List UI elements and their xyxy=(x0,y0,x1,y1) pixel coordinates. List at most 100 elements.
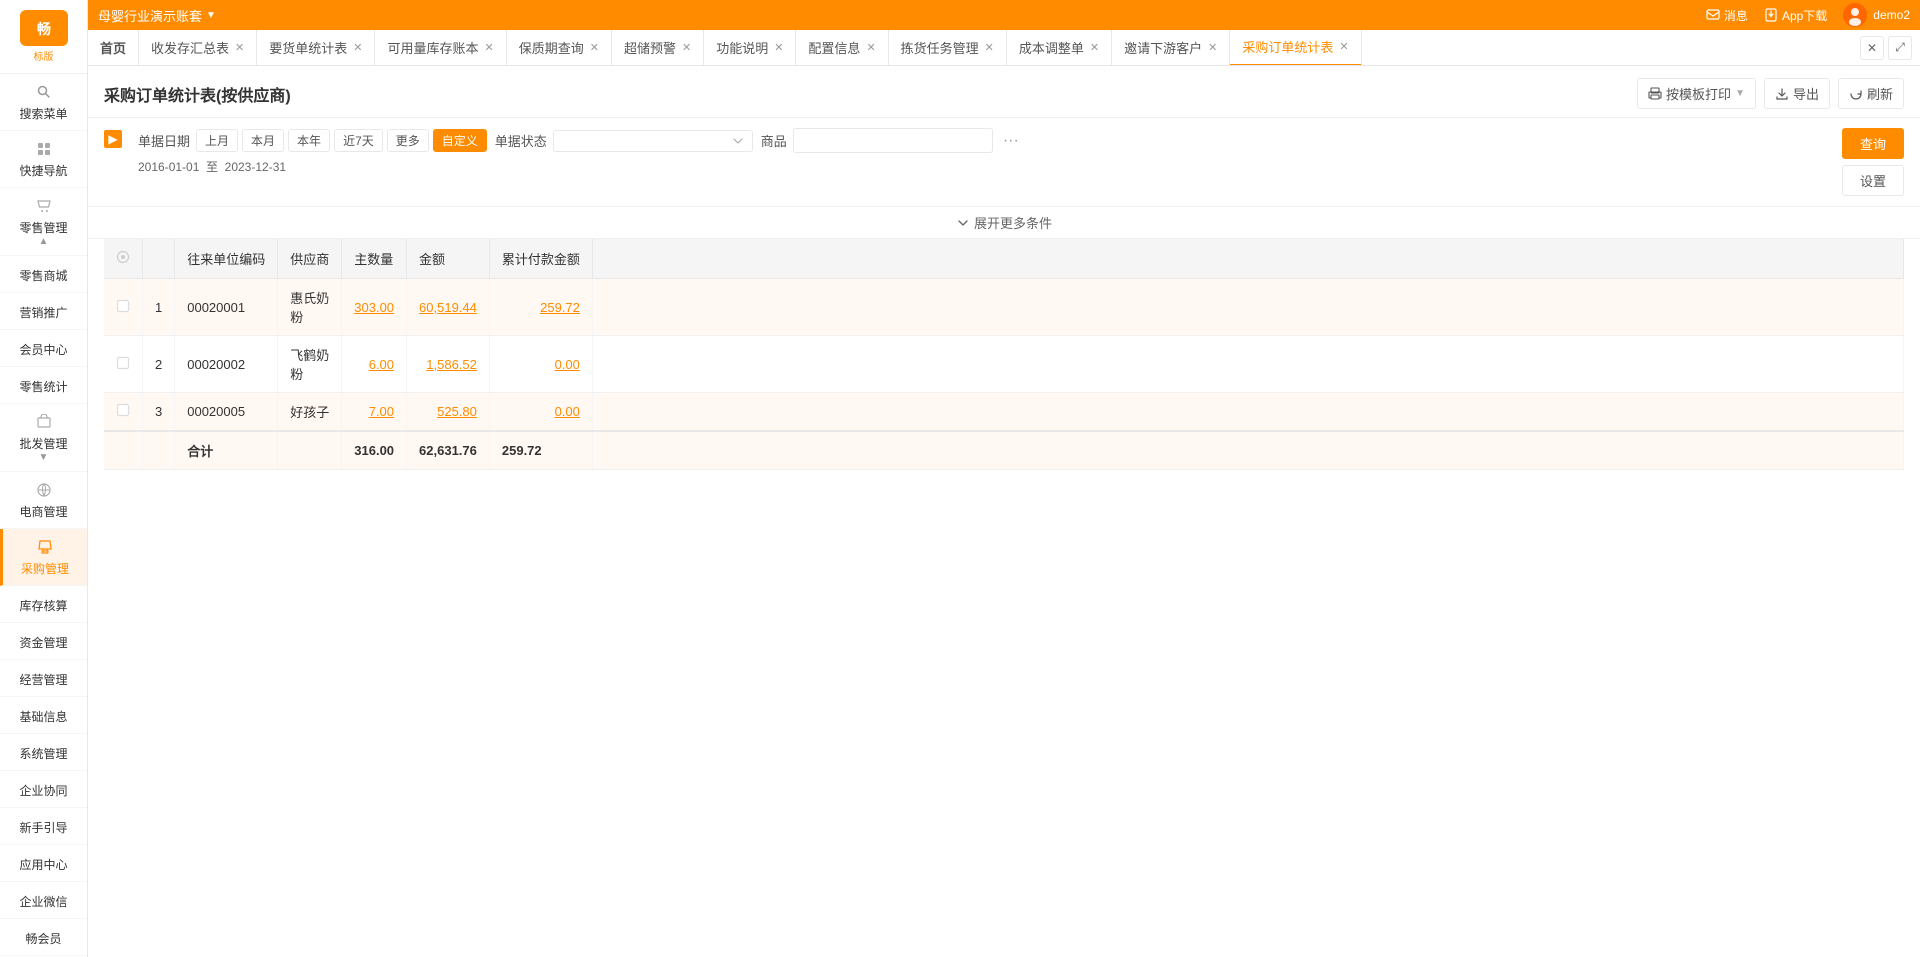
sidebar-item-system[interactable]: 系统管理 xyxy=(0,734,87,771)
quick-nav-icon xyxy=(34,139,54,159)
status-select[interactable] xyxy=(553,130,753,152)
tab-available-stock[interactable]: 可用量库存账本 ✕ xyxy=(375,30,506,66)
tab-pick-task[interactable]: 拣货任务管理 ✕ xyxy=(889,30,1007,66)
btn-custom[interactable]: 自定义 xyxy=(433,129,487,152)
tab-purchase-order-stats-close[interactable]: ✕ xyxy=(1339,40,1348,53)
sidebar-item-newguide[interactable]: 新手引导 xyxy=(0,808,87,845)
td-extra xyxy=(592,336,1903,393)
td-main-qty[interactable]: 7.00 xyxy=(342,393,407,432)
goods-input[interactable] xyxy=(793,128,993,153)
purchase-icon xyxy=(35,537,55,557)
sidebar-item-purchase[interactable]: 采购管理 xyxy=(0,529,87,586)
sidebar-item-wechat[interactable]: 企业微信 xyxy=(0,882,87,919)
sidebar-item-retail-stats[interactable]: 零售统计 xyxy=(0,367,87,404)
td-amount[interactable]: 1,586.52 xyxy=(407,336,490,393)
sidebar-item-member[interactable]: 会员中心 xyxy=(0,330,87,367)
status-label: 单据状态 xyxy=(495,131,547,150)
btn-this-year[interactable]: 本年 xyxy=(288,129,330,152)
th-main-qty: 主数量 xyxy=(342,239,407,279)
btn-this-month[interactable]: 本月 xyxy=(242,129,284,152)
tab-overstock-close[interactable]: ✕ xyxy=(682,41,691,54)
tab-receive-summary[interactable]: 收发存汇总表 ✕ xyxy=(139,30,257,66)
tab-available-stock-close[interactable]: ✕ xyxy=(485,41,494,54)
sidebar-item-retail-stats-label: 零售统计 xyxy=(19,378,67,395)
table-row[interactable]: 1 00020001 惠氏奶粉 303.00 60,519.44 259.72 xyxy=(104,279,1904,336)
tab-goods-stats[interactable]: 要货单统计表 ✕ xyxy=(257,30,375,66)
sidebar-item-search-label: 搜索菜单 xyxy=(19,105,67,122)
td-main-qty[interactable]: 6.00 xyxy=(342,336,407,393)
settings-button[interactable]: 设置 xyxy=(1842,165,1904,196)
td-check xyxy=(104,393,143,432)
sidebar-item-marketing[interactable]: 营销推广 xyxy=(0,293,87,330)
app-download-action[interactable]: App下载 xyxy=(1764,7,1827,24)
sidebar-item-enterprise[interactable]: 企业协同 xyxy=(0,771,87,808)
tab-invite-downstream[interactable]: 邀请下游客户 ✕ xyxy=(1112,30,1230,66)
tab-receive-summary-close[interactable]: ✕ xyxy=(235,41,244,54)
tab-cost-adjust[interactable]: 成本调整单 ✕ xyxy=(1007,30,1112,66)
tab-receive-summary-label: 收发存汇总表 xyxy=(151,38,229,57)
table-header-row: 往来单位编码 供应商 主数量 金额 累计付款金额 xyxy=(104,239,1904,279)
footer-num xyxy=(143,431,175,470)
tab-invite-downstream-label: 邀请下游客户 xyxy=(1124,38,1202,57)
user-name: demo2 xyxy=(1873,8,1910,22)
tab-warranty-close[interactable]: ✕ xyxy=(590,41,599,54)
filter-fields: 单据日期 上月 本月 本年 近7天 更多 自定义 单据状态 xyxy=(138,128,1826,175)
filter-section: ▶ 单据日期 上月 本月 本年 近7天 更多 自定义 xyxy=(88,118,1920,207)
tab-purchase-order-stats[interactable]: 采购订单统计表 ✕ xyxy=(1230,30,1361,66)
sidebar-item-appcenter-label: 应用中心 xyxy=(19,856,67,873)
td-amount[interactable]: 60,519.44 xyxy=(407,279,490,336)
tab-function-desc-close[interactable]: ✕ xyxy=(774,41,783,54)
tab-invite-downstream-close[interactable]: ✕ xyxy=(1208,41,1217,54)
user-area[interactable]: demo2 xyxy=(1843,3,1910,27)
table-row[interactable]: 2 00020002 飞鹤奶粉 6.00 1,586.52 0.00 xyxy=(104,336,1904,393)
td-amount[interactable]: 525.80 xyxy=(407,393,490,432)
td-paid-amount[interactable]: 259.72 xyxy=(489,279,592,336)
tab-cost-adjust-close[interactable]: ✕ xyxy=(1090,41,1099,54)
tab-pick-task-close[interactable]: ✕ xyxy=(985,41,994,54)
filter-toggle[interactable]: ▶ xyxy=(104,130,122,148)
sidebar-item-finance[interactable]: 资金管理 xyxy=(0,623,87,660)
goods-more-icon[interactable]: ··· xyxy=(1003,132,1019,150)
td-paid-amount[interactable]: 0.00 xyxy=(489,393,592,432)
sidebar-item-quick-nav[interactable]: 快捷导航 xyxy=(0,131,87,188)
td-supplier: 飞鹤奶粉 xyxy=(278,336,342,393)
query-button[interactable]: 查询 xyxy=(1842,128,1904,159)
tabbar-close-btn[interactable]: ✕ xyxy=(1860,36,1884,60)
td-main-qty[interactable]: 303.00 xyxy=(342,279,407,336)
sidebar-item-retail[interactable]: 零售管理 ▲ xyxy=(0,188,87,256)
btn-last-month[interactable]: 上月 xyxy=(196,129,238,152)
table-row[interactable]: 3 00020005 好孩子 7.00 525.80 0.00 xyxy=(104,393,1904,432)
tab-warranty[interactable]: 保质期查询 ✕ xyxy=(507,30,612,66)
tabbar-expand-btn[interactable]: ⤢ xyxy=(1888,36,1912,60)
td-paid-amount[interactable]: 0.00 xyxy=(489,336,592,393)
sidebar-item-operations-label: 经营管理 xyxy=(19,671,67,688)
tab-function-desc[interactable]: 功能说明 ✕ xyxy=(704,30,796,66)
sidebar-item-operations[interactable]: 经营管理 xyxy=(0,660,87,697)
workspace-name: 母婴行业演示账套 xyxy=(98,6,202,25)
date-shortcuts: 上月 本月 本年 近7天 更多 自定义 xyxy=(196,129,487,152)
tab-home[interactable]: 首页 xyxy=(88,30,139,66)
btn-more[interactable]: 更多 xyxy=(387,129,429,152)
print-button[interactable]: 按模板打印 ▼ xyxy=(1637,78,1756,109)
workspace-selector[interactable]: 母婴行业演示账套 ▼ xyxy=(98,6,216,25)
btn-7days[interactable]: 近7天 xyxy=(334,129,383,152)
td-extra xyxy=(592,393,1903,432)
sidebar-item-retail-store[interactable]: 零售商城 xyxy=(0,256,87,293)
sidebar-item-basic[interactable]: 基础信息 xyxy=(0,697,87,734)
footer-amount: 62,631.76 xyxy=(407,431,490,470)
refresh-button[interactable]: 刷新 xyxy=(1838,78,1904,109)
sidebar-item-wholesale[interactable]: 批发管理 ▼ xyxy=(0,404,87,472)
goods-filter: 商品 ··· xyxy=(761,128,1019,153)
tab-config-info-close[interactable]: ✕ xyxy=(866,41,875,54)
message-action[interactable]: 消息 xyxy=(1706,7,1748,24)
sidebar-item-ecommerce[interactable]: 电商管理 xyxy=(0,472,87,529)
sidebar-item-appcenter[interactable]: 应用中心 xyxy=(0,845,87,882)
sidebar-item-member2[interactable]: 畅会员 xyxy=(0,919,87,956)
sidebar-item-search[interactable]: 搜索菜单 xyxy=(0,74,87,131)
tab-goods-stats-close[interactable]: ✕ xyxy=(353,41,362,54)
export-button[interactable]: 导出 xyxy=(1764,78,1830,109)
sidebar-item-inventory[interactable]: 库存核算 xyxy=(0,586,87,623)
tab-config-info[interactable]: 配置信息 ✕ xyxy=(796,30,888,66)
expand-conditions-btn[interactable]: 展开更多条件 xyxy=(956,213,1052,232)
tab-overstock[interactable]: 超储预警 ✕ xyxy=(612,30,704,66)
